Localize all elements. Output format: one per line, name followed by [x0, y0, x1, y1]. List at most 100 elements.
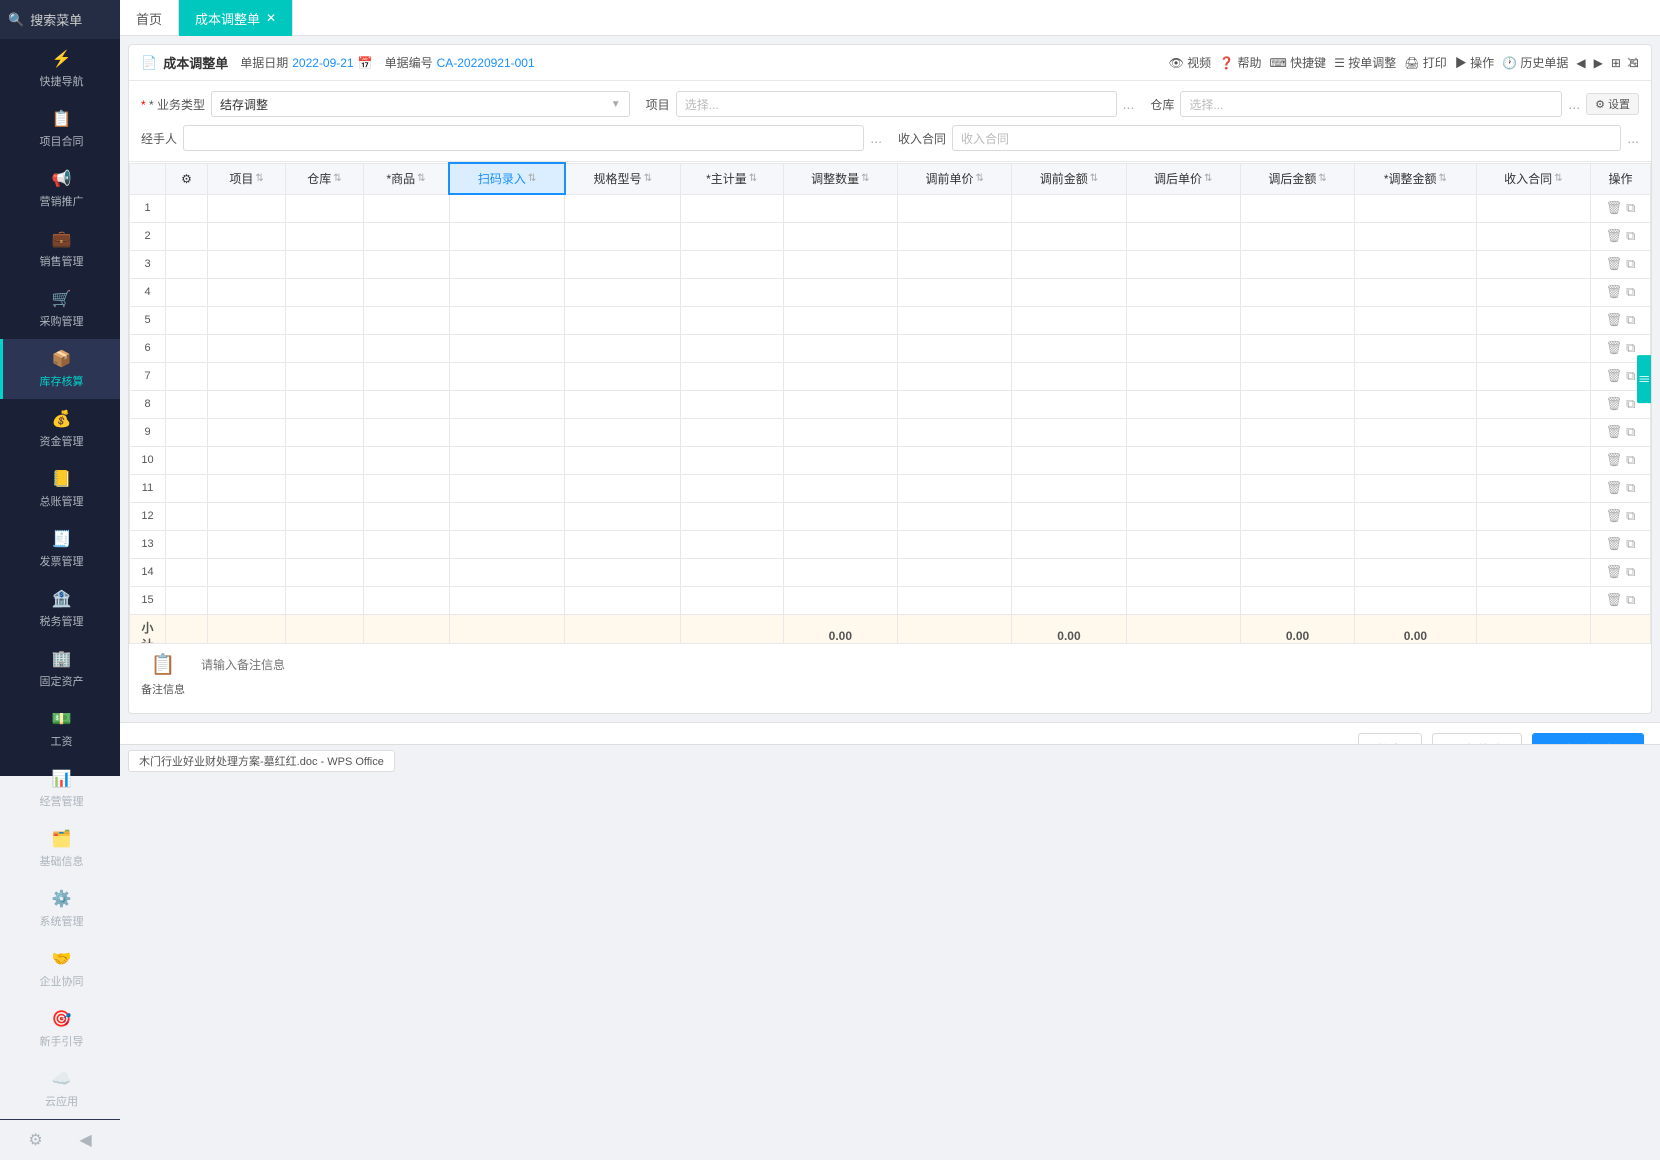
delete-icon-2[interactable]: 🗑	[1606, 228, 1623, 244]
copy-icon-10[interactable]: ⧉	[1626, 452, 1635, 468]
cell-scan-2[interactable]	[449, 222, 565, 250]
cell-scan-5[interactable]	[449, 306, 565, 334]
cell-product-11[interactable]	[363, 474, 449, 502]
cell-warehouse-9[interactable]	[286, 418, 364, 446]
copy-icon-5[interactable]: ⧉	[1626, 312, 1635, 328]
sort-up-prev_unit_price[interactable]: ⇅	[975, 173, 983, 184]
cell-adjust_amount-14[interactable]	[1355, 558, 1476, 586]
project-input[interactable]: 选择...	[676, 91, 1117, 117]
cell-project-8[interactable]	[208, 390, 286, 418]
tab-home[interactable]: 首页	[120, 0, 179, 36]
cell-income_contract-13[interactable]	[1476, 530, 1590, 558]
cell-project-12[interactable]	[208, 502, 286, 530]
cell-settings-11[interactable]	[166, 474, 208, 502]
cell-project-7[interactable]	[208, 362, 286, 390]
cell-product-3[interactable]	[363, 250, 449, 278]
cell-adjust_qty-14[interactable]	[783, 558, 897, 586]
settings-icon[interactable]: ⚙	[28, 1130, 42, 1150]
cell-unit-10[interactable]	[680, 446, 783, 474]
copy-icon-8[interactable]: ⧉	[1626, 396, 1635, 412]
cell-after_amount-7[interactable]	[1240, 362, 1354, 390]
cell-product-15[interactable]	[363, 586, 449, 614]
cell-prev_unit_price-1[interactable]	[898, 194, 1012, 222]
cell-settings-15[interactable]	[166, 586, 208, 614]
delete-icon-8[interactable]: 🗑	[1606, 396, 1623, 412]
cell-prev_amount-6[interactable]	[1012, 334, 1126, 362]
cell-after_unit_price-11[interactable]	[1126, 474, 1240, 502]
cell-scan-6[interactable]	[449, 334, 565, 362]
cell-settings-8[interactable]	[166, 390, 208, 418]
close-button[interactable]: ✕	[1626, 53, 1639, 73]
cell-project-2[interactable]	[208, 222, 286, 250]
cell-income_contract-9[interactable]	[1476, 418, 1590, 446]
cell-after_unit_price-12[interactable]	[1126, 502, 1240, 530]
cell-warehouse-10[interactable]	[286, 446, 364, 474]
sidebar-search[interactable]: 🔍 搜索菜单	[0, 0, 120, 39]
cell-scan-12[interactable]	[449, 502, 565, 530]
cell-adjust_amount-4[interactable]	[1355, 278, 1476, 306]
cell-spec-2[interactable]	[565, 222, 680, 250]
cell-prev_amount-2[interactable]	[1012, 222, 1126, 250]
cell-spec-15[interactable]	[565, 586, 680, 614]
cell-after_unit_price-15[interactable]	[1126, 586, 1240, 614]
cell-settings-13[interactable]	[166, 530, 208, 558]
cell-after_unit_price-1[interactable]	[1126, 194, 1240, 222]
taskbar-item[interactable]: 木门行业好业财处理方案-墓红红.doc - WPS Office	[128, 750, 395, 772]
cell-prev_unit_price-9[interactable]	[898, 418, 1012, 446]
delete-icon-10[interactable]: 🗑	[1606, 452, 1623, 468]
cell-adjust_qty-2[interactable]	[783, 222, 897, 250]
cell-adjust_amount-1[interactable]	[1355, 194, 1476, 222]
copy-icon-3[interactable]: ⧉	[1626, 256, 1635, 272]
cell-adjust_amount-9[interactable]	[1355, 418, 1476, 446]
cell-scan-3[interactable]	[449, 250, 565, 278]
cell-unit-6[interactable]	[680, 334, 783, 362]
cell-unit-5[interactable]	[680, 306, 783, 334]
sidebar-item-ledger-mgmt[interactable]: 📒 总账管理	[0, 459, 120, 519]
cell-after_unit_price-8[interactable]	[1126, 390, 1240, 418]
cell-income_contract-4[interactable]	[1476, 278, 1590, 306]
cell-adjust_amount-10[interactable]	[1355, 446, 1476, 474]
cell-after_unit_price-5[interactable]	[1126, 306, 1240, 334]
cell-settings-5[interactable]	[166, 306, 208, 334]
cell-warehouse-12[interactable]	[286, 502, 364, 530]
cell-after_amount-14[interactable]	[1240, 558, 1354, 586]
cell-warehouse-11[interactable]	[286, 474, 364, 502]
cell-unit-7[interactable]	[680, 362, 783, 390]
cell-income_contract-10[interactable]	[1476, 446, 1590, 474]
tab-close-cost-adjust[interactable]: ✕	[266, 11, 276, 25]
copy-icon-7[interactable]: ⧉	[1626, 368, 1635, 384]
cell-scan-15[interactable]	[449, 586, 565, 614]
cell-spec-7[interactable]	[565, 362, 680, 390]
cell-prev_unit_price-12[interactable]	[898, 502, 1012, 530]
delete-icon-4[interactable]: 🗑	[1606, 284, 1623, 300]
cell-after_unit_price-10[interactable]	[1126, 446, 1240, 474]
cell-adjust_qty-13[interactable]	[783, 530, 897, 558]
cell-spec-4[interactable]	[565, 278, 680, 306]
copy-icon-2[interactable]: ⧉	[1626, 228, 1635, 244]
cell-after_amount-6[interactable]	[1240, 334, 1354, 362]
cell-adjust_amount-2[interactable]	[1355, 222, 1476, 250]
cell-adjust_qty-6[interactable]	[783, 334, 897, 362]
cell-spec-10[interactable]	[565, 446, 680, 474]
collapse-icon[interactable]: ◀	[79, 1130, 91, 1150]
warehouse-input[interactable]: 选择...	[1180, 91, 1562, 117]
sidebar-item-capital-mgmt[interactable]: 💰 资金管理	[0, 399, 120, 459]
sidebar-item-purchase-mgmt[interactable]: 🛒 采购管理	[0, 279, 120, 339]
cell-spec-1[interactable]	[565, 194, 680, 222]
cell-income_contract-7[interactable]	[1476, 362, 1590, 390]
cell-project-6[interactable]	[208, 334, 286, 362]
cell-prev_unit_price-14[interactable]	[898, 558, 1012, 586]
copy-icon-11[interactable]: ⧉	[1626, 480, 1635, 496]
cell-after_amount-12[interactable]	[1240, 502, 1354, 530]
income-contract-dots[interactable]: ...	[1627, 130, 1639, 146]
cell-prev_amount-4[interactable]	[1012, 278, 1126, 306]
cell-product-10[interactable]	[363, 446, 449, 474]
cell-project-5[interactable]	[208, 306, 286, 334]
cell-spec-8[interactable]	[565, 390, 680, 418]
cell-prev_amount-13[interactable]	[1012, 530, 1126, 558]
sidebar-item-payroll[interactable]: 💵 工资	[0, 699, 120, 759]
cell-spec-5[interactable]	[565, 306, 680, 334]
cell-prev_amount-1[interactable]	[1012, 194, 1126, 222]
cell-project-3[interactable]	[208, 250, 286, 278]
batch-adjust-btn[interactable]: ☰ 按单调整	[1334, 54, 1396, 71]
